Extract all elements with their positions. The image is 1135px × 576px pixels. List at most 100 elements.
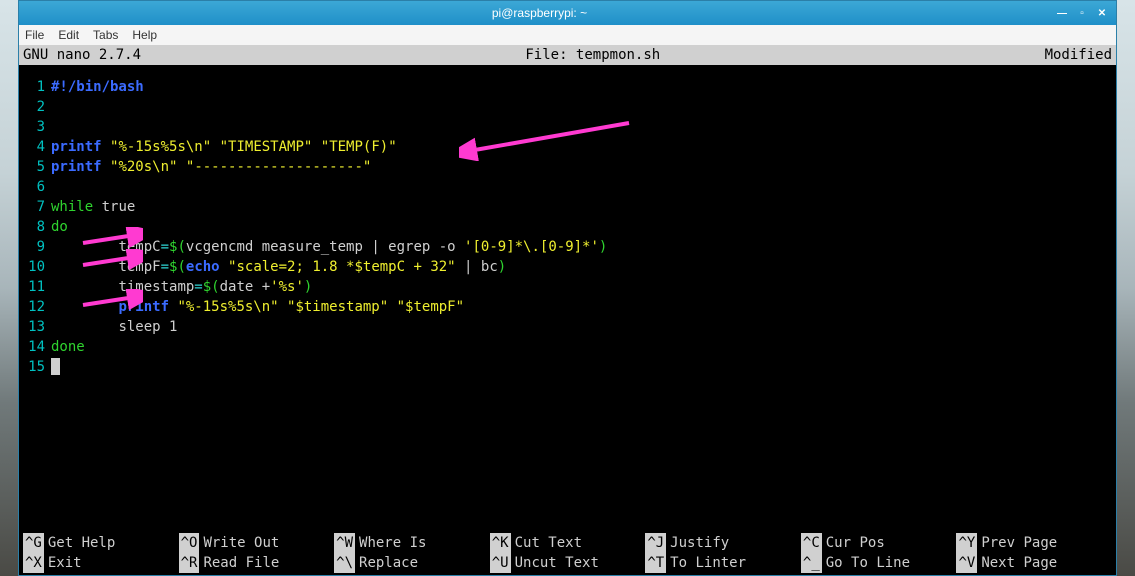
indent: [51, 319, 118, 335]
menu-help[interactable]: Help: [132, 28, 157, 42]
shortcut-item[interactable]: ^OWrite Out: [179, 533, 335, 553]
shortcut-label: Go To Line: [826, 553, 910, 573]
echo-keyword: echo: [186, 259, 220, 275]
code-line: 6: [19, 177, 1116, 197]
shortcut-label: Write Out: [203, 533, 279, 553]
indent: [51, 259, 118, 275]
printf-keyword: printf: [51, 159, 102, 175]
code-line: 1 #!/bin/bash: [19, 77, 1116, 97]
shortcut-key: ^U: [490, 553, 511, 573]
shortcut-label: Justify: [670, 533, 729, 553]
nano-modified: Modified: [1045, 45, 1112, 65]
terminal-content[interactable]: GNU nano 2.7.4 File: tempmon.sh Modified…: [19, 45, 1116, 575]
shortcut-item[interactable]: ^WWhere Is: [334, 533, 490, 553]
shebang: #!/bin/bash: [51, 79, 144, 95]
shortcut-item[interactable]: ^GGet Help: [23, 533, 179, 553]
close-button[interactable]: ✕: [1094, 5, 1110, 21]
code-line: 7 while true: [19, 197, 1116, 217]
cmd-sub-open: $(: [203, 279, 220, 295]
line-number: 1: [19, 77, 51, 97]
code-line: 5 printf "%20s\n" "--------------------": [19, 157, 1116, 177]
code-line: 3: [19, 117, 1116, 137]
line-number: 3: [19, 117, 51, 137]
shortcut-key: ^T: [645, 553, 666, 573]
done-keyword: done: [51, 339, 85, 355]
cmd-sub-close: ): [498, 259, 506, 275]
terminal-window: pi@raspberrypi: ~ — ▫ ✕ File Edit Tabs H…: [18, 0, 1117, 576]
cursor: [51, 358, 60, 375]
menu-tabs[interactable]: Tabs: [93, 28, 118, 42]
menubar: File Edit Tabs Help: [19, 25, 1116, 45]
var-name: tempC: [118, 239, 160, 255]
indent: [51, 239, 118, 255]
command-text: vcgencmd measure_temp | egrep -o: [186, 239, 464, 255]
shortcut-item[interactable]: ^VNext Page: [956, 553, 1112, 573]
string-literal: "scale=2; 1.8 *$tempC + 32": [220, 259, 464, 275]
shortcut-key: ^V: [956, 553, 977, 573]
line-number: 13: [19, 317, 51, 337]
shortcut-item[interactable]: ^RRead File: [179, 553, 335, 573]
string-literal: '[0-9]*\.[0-9]*': [464, 239, 599, 255]
shortcut-item[interactable]: ^XExit: [23, 553, 179, 573]
shortcut-label: Where Is: [359, 533, 426, 553]
minimize-button[interactable]: —: [1054, 5, 1070, 21]
cmd-sub-close: ): [599, 239, 607, 255]
shortcut-key: ^G: [23, 533, 44, 553]
line-number: 12: [19, 297, 51, 317]
nano-file: File: tempmon.sh: [141, 45, 1045, 65]
shortcut-label: Prev Page: [981, 533, 1057, 553]
menu-file[interactable]: File: [25, 28, 44, 42]
shortcut-label: Replace: [359, 553, 418, 573]
shortcut-key: ^W: [334, 533, 355, 553]
editor-area[interactable]: 1 #!/bin/bash 2 3 4 printf "%-15s%5s\n" …: [19, 65, 1116, 377]
titlebar[interactable]: pi@raspberrypi: ~ — ▫ ✕: [19, 1, 1116, 25]
cmd-sub-open: $(: [169, 239, 186, 255]
printf-keyword: printf: [51, 139, 102, 155]
string-literal: "$timestamp": [279, 299, 389, 315]
nano-header: GNU nano 2.7.4 File: tempmon.sh Modified: [19, 45, 1116, 65]
indent: [51, 299, 118, 315]
pipe-text: | bc: [464, 259, 498, 275]
shortcut-label: Read File: [203, 553, 279, 573]
var-name: timestamp: [118, 279, 194, 295]
sleep-cmd: sleep 1: [118, 319, 177, 335]
window-controls: — ▫ ✕: [1054, 5, 1110, 21]
shortcut-item[interactable]: ^UUncut Text: [490, 553, 646, 573]
shortcut-label: To Linter: [670, 553, 746, 573]
shortcut-label: Get Help: [48, 533, 115, 553]
while-keyword: while: [51, 199, 93, 215]
true-keyword: true: [102, 199, 136, 215]
line-number: 7: [19, 197, 51, 217]
string-literal: "%-15s%5s\n": [169, 299, 279, 315]
shortcut-item[interactable]: ^_Go To Line: [801, 553, 957, 573]
code-line: 13 sleep 1: [19, 317, 1116, 337]
code-line: 8 do: [19, 217, 1116, 237]
shortcut-item[interactable]: ^TTo Linter: [645, 553, 801, 573]
maximize-button[interactable]: ▫: [1074, 5, 1090, 21]
shortcut-item[interactable]: ^CCur Pos: [801, 533, 957, 553]
nano-version: GNU nano 2.7.4: [23, 45, 141, 65]
line-number: 5: [19, 157, 51, 177]
string-literal: "$tempF": [388, 299, 464, 315]
code-line: 2: [19, 97, 1116, 117]
shortcut-item[interactable]: ^JJustify: [645, 533, 801, 553]
string-literal: "TIMESTAMP": [220, 139, 313, 155]
menu-edit[interactable]: Edit: [58, 28, 79, 42]
line-number: 10: [19, 257, 51, 277]
shortcut-item[interactable]: ^KCut Text: [490, 533, 646, 553]
line-number: 4: [19, 137, 51, 157]
string-literal: "--------------------": [186, 159, 371, 175]
line-number: 2: [19, 97, 51, 117]
nano-shortcuts: ^GGet Help^OWrite Out^WWhere Is^KCut Tex…: [19, 533, 1116, 575]
shortcut-key: ^_: [801, 553, 822, 573]
shortcut-item[interactable]: ^\Replace: [334, 553, 490, 573]
cmd-sub-close: ): [304, 279, 312, 295]
code-line: 10 tempF=$(echo "scale=2; 1.8 *$tempC + …: [19, 257, 1116, 277]
equals: =: [161, 259, 169, 275]
line-number: 15: [19, 357, 51, 377]
var-name: tempF: [118, 259, 160, 275]
string-literal: "TEMP(F)": [321, 139, 397, 155]
line-number: 8: [19, 217, 51, 237]
printf-keyword: printf: [118, 299, 169, 315]
shortcut-item[interactable]: ^YPrev Page: [956, 533, 1112, 553]
